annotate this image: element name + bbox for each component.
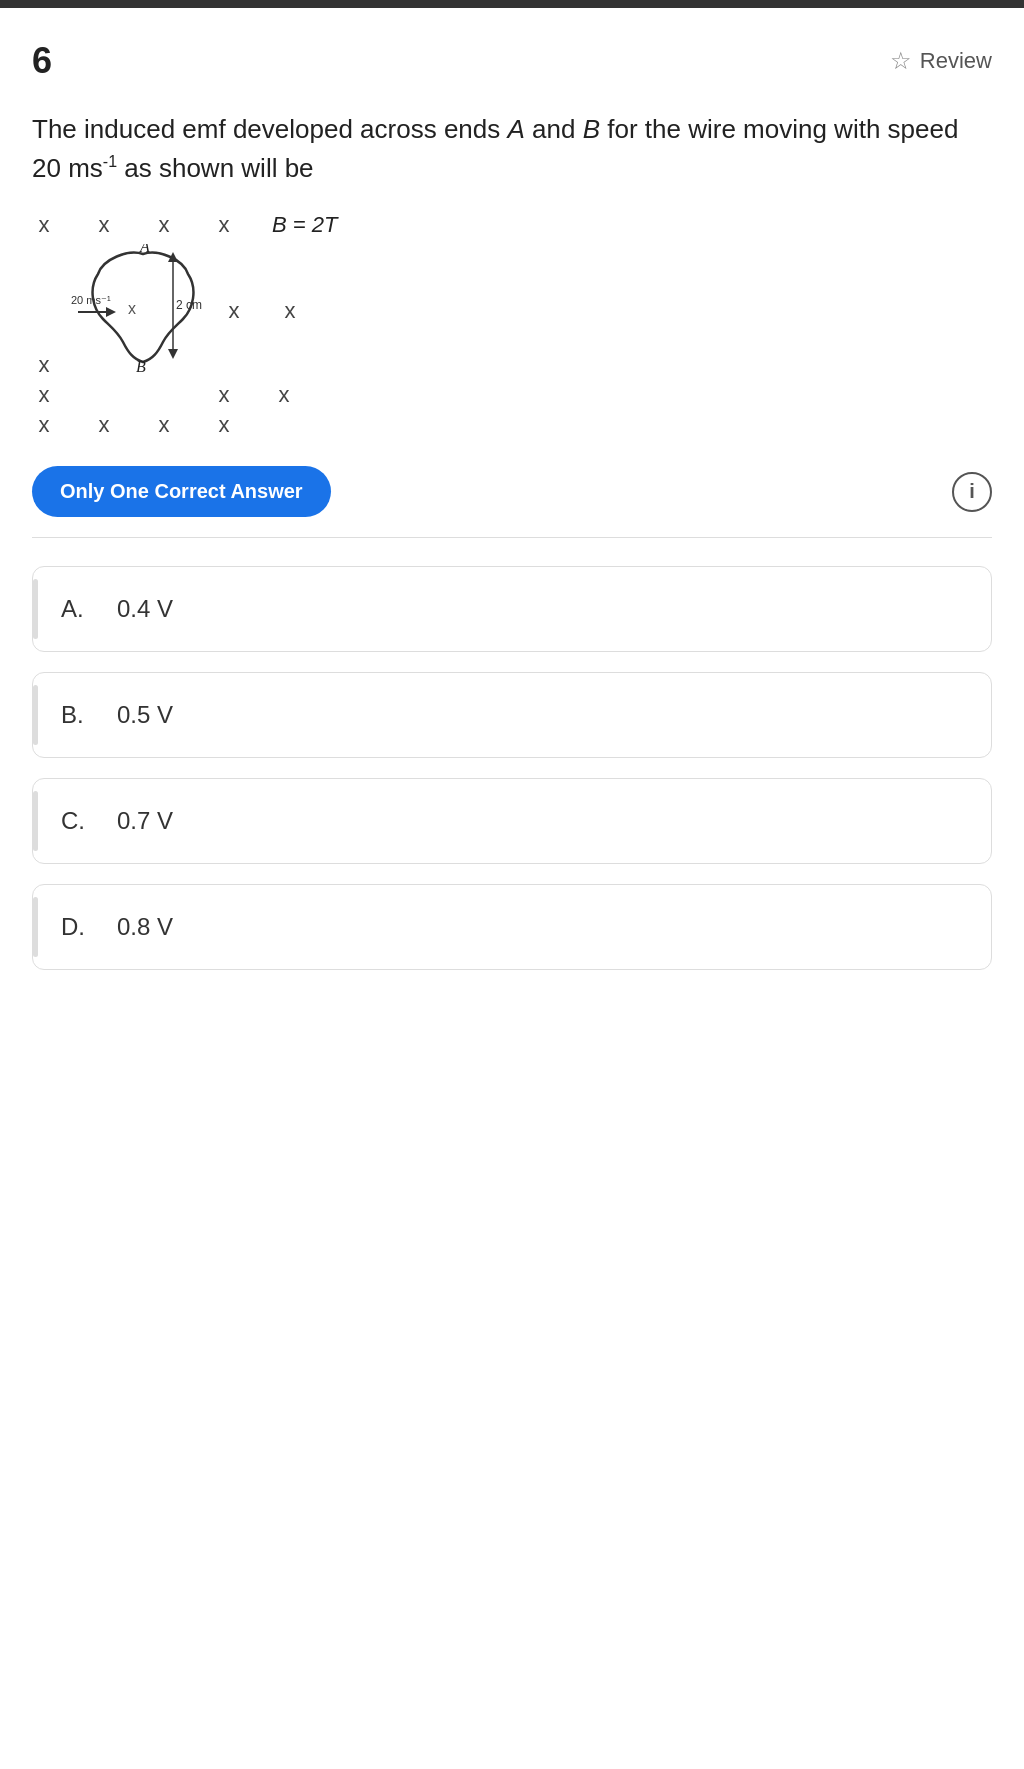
option-d-value: 0.8 V	[117, 913, 173, 941]
grid-x: x	[152, 412, 176, 438]
svg-text:x: x	[128, 300, 136, 317]
top-bar	[0, 0, 1024, 8]
question-em-a: A	[508, 114, 525, 144]
option-c-letter: C.	[61, 807, 97, 835]
option-c-value: 0.7 V	[117, 807, 173, 835]
review-button[interactable]: ☆ Review	[890, 47, 992, 75]
grid-x: x	[32, 352, 56, 378]
svg-text:B: B	[136, 358, 146, 374]
svg-text:2 cm: 2 cm	[176, 298, 202, 312]
divider	[32, 537, 992, 538]
grid-x: x	[152, 212, 176, 238]
option-b-value: 0.5 V	[117, 701, 173, 729]
option-b-letter: B.	[61, 701, 97, 729]
grid-x: x	[32, 412, 56, 438]
diagram-row-4: x x x x	[32, 412, 992, 438]
question-text-part1: The induced emf developed across ends	[32, 114, 508, 144]
options-list: A. 0.4 V B. 0.5 V C. 0.7 V D. 0.8 V	[32, 566, 992, 970]
diagram-row-2: x A B 20 ms⁻¹	[32, 244, 992, 378]
question-text: The induced emf developed across ends A …	[32, 110, 992, 188]
option-c-bar	[33, 791, 38, 851]
option-c-card[interactable]: C. 0.7 V	[32, 778, 992, 864]
question-text-part2: and	[525, 114, 583, 144]
diagram-row-3: x x x	[32, 382, 992, 408]
review-label: Review	[920, 48, 992, 74]
wire-diagram: A B 20 ms⁻¹ 2 cm x	[68, 244, 218, 378]
question-number: 6	[32, 40, 52, 82]
option-a-bar	[33, 579, 38, 639]
b-field-label: B = 2T	[272, 212, 337, 238]
grid-x: x	[212, 412, 236, 438]
superscript: -1	[103, 153, 117, 170]
wire-svg: A B 20 ms⁻¹ 2 cm x	[68, 244, 218, 374]
star-icon: ☆	[890, 47, 912, 75]
option-a-letter: A.	[61, 595, 97, 623]
svg-text:A: A	[139, 244, 150, 255]
grid-x: x	[272, 382, 296, 408]
svg-marker-3	[106, 307, 116, 317]
badge-info-row: Only One Correct Answer i	[32, 466, 992, 517]
svg-marker-7	[168, 349, 178, 359]
option-b-card[interactable]: B. 0.5 V	[32, 672, 992, 758]
question-text-part4: as shown will be	[117, 153, 314, 183]
only-one-correct-answer-badge[interactable]: Only One Correct Answer	[32, 466, 331, 517]
option-b-bar	[33, 685, 38, 745]
svg-text:20 ms⁻¹: 20 ms⁻¹	[71, 294, 111, 306]
diagram-container: x x x x B = 2T x A B	[32, 212, 992, 438]
option-d-bar	[33, 897, 38, 957]
grid-x: x	[222, 298, 246, 324]
question-em-b: B	[583, 114, 600, 144]
diagram-row-1: x x x x B = 2T	[32, 212, 992, 238]
info-icon-label: i	[969, 480, 975, 503]
grid-x: x	[212, 382, 236, 408]
grid-x: x	[278, 298, 302, 324]
option-d-letter: D.	[61, 913, 97, 941]
grid-x: x	[92, 212, 116, 238]
page-container: 6 ☆ Review The induced emf developed acr…	[0, 8, 1024, 1030]
grid-x: x	[212, 212, 236, 238]
option-a-value: 0.4 V	[117, 595, 173, 623]
grid-x: x	[32, 212, 56, 238]
grid-x: x	[32, 382, 56, 408]
grid-x: x	[92, 412, 116, 438]
question-header: 6 ☆ Review	[32, 40, 992, 82]
info-icon-button[interactable]: i	[952, 472, 992, 512]
option-a-card[interactable]: A. 0.4 V	[32, 566, 992, 652]
option-d-card[interactable]: D. 0.8 V	[32, 884, 992, 970]
